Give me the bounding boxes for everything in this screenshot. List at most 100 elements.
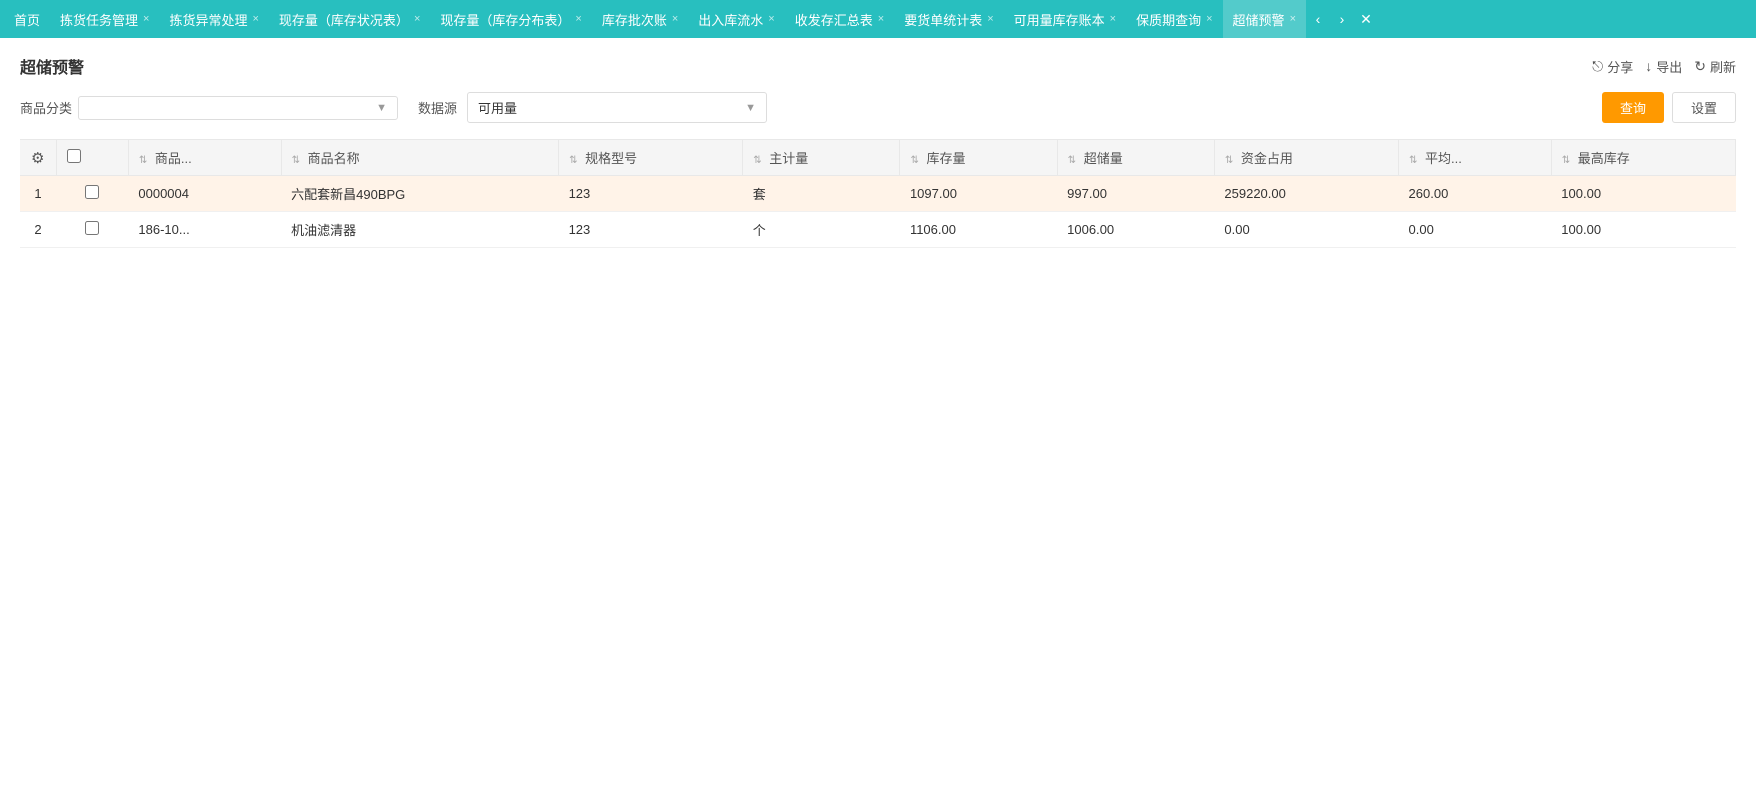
filter-datasource-label: 数据源 bbox=[418, 98, 457, 117]
export-button[interactable]: ↓ 导出 bbox=[1645, 57, 1682, 76]
col-avg-label: 平均... bbox=[1425, 151, 1462, 166]
page-header: 超储预警 ⎋ 分享 ↓ 导出 ↻ 刷新 bbox=[20, 54, 1736, 78]
cell-spec-1: 123 bbox=[559, 176, 743, 212]
topbar-item-close-inout-flow[interactable]: × bbox=[768, 13, 774, 25]
share-button[interactable]: ⎋ 分享 bbox=[1592, 57, 1633, 76]
topbar-item-expiry[interactable]: 保质期查询 × bbox=[1126, 0, 1222, 38]
col-checkbox[interactable] bbox=[56, 140, 128, 176]
topbar-item-available[interactable]: 可用量库存账本 × bbox=[1004, 0, 1126, 38]
main-content: 超储预警 ⎋ 分享 ↓ 导出 ↻ 刷新 商品分类 ▼ 数据源 bbox=[0, 38, 1756, 800]
table-row: 1 0000004 六配套新昌490BPG 123 套 1097.00 997.… bbox=[20, 176, 1736, 212]
topbar: 首页 拣货任务管理 × 拣货异常处理 × 现存量（库存状况表） × 现存量（库存… bbox=[0, 0, 1756, 38]
filter-category-item: 商品分类 ▼ bbox=[20, 96, 398, 120]
topbar-order-stat-label: 要货单统计表 bbox=[904, 10, 982, 29]
topbar-home-label: 首页 bbox=[14, 10, 40, 29]
page-title: 超储预警 bbox=[20, 54, 84, 78]
table-row: 2 186-10... 机油滤清器 123 个 1106.00 1006.00 … bbox=[20, 212, 1736, 248]
cell-max-stock-1: 100.00 bbox=[1551, 176, 1735, 212]
topbar-item-close-available[interactable]: × bbox=[1110, 13, 1116, 25]
topbar-abnormal-label: 拣货异常处理 bbox=[169, 10, 247, 29]
refresh-label: 刷新 bbox=[1710, 57, 1736, 76]
col-unit-label: 主计量 bbox=[769, 151, 808, 166]
topbar-item-close-task-mgmt[interactable]: × bbox=[143, 13, 149, 25]
row-num-1: 1 bbox=[20, 176, 56, 212]
topbar-item-close-stock-status[interactable]: × bbox=[414, 13, 420, 25]
refresh-icon: ↻ bbox=[1694, 58, 1706, 75]
col-spec-label: 规格型号 bbox=[585, 151, 637, 166]
topbar-item-close-stock-dist[interactable]: × bbox=[575, 13, 581, 25]
topbar-nav-right[interactable]: › bbox=[1330, 0, 1354, 38]
col-settings[interactable]: ⚙ bbox=[20, 140, 56, 176]
topbar-item-overstock[interactable]: 超储预警 × bbox=[1223, 0, 1306, 38]
cell-spec-2: 123 bbox=[559, 212, 743, 248]
topbar-available-label: 可用量库存账本 bbox=[1014, 10, 1105, 29]
col-sku-code[interactable]: ⇅ 商品... bbox=[128, 140, 281, 176]
filter-datasource-item: 数据源 可用量 ▼ bbox=[418, 92, 767, 123]
topbar-item-close-abnormal[interactable]: × bbox=[252, 13, 258, 25]
col-max-stock[interactable]: ⇅ 最高库存 bbox=[1551, 140, 1735, 176]
col-sku-name-label: 商品名称 bbox=[308, 151, 360, 166]
select-all-checkbox[interactable] bbox=[67, 149, 81, 163]
sort-icon-spec: ⇅ bbox=[569, 155, 577, 166]
cell-max-stock-2: 100.00 bbox=[1551, 212, 1735, 248]
topbar-stock-dist-label: 现存量（库存分布表） bbox=[440, 10, 570, 29]
settings-button[interactable]: 设置 bbox=[1672, 92, 1736, 123]
col-over-qty-label: 超储量 bbox=[1084, 151, 1123, 166]
header-actions: ⎋ 分享 ↓ 导出 ↻ 刷新 bbox=[1592, 57, 1736, 76]
cell-unit-1: 套 bbox=[743, 176, 900, 212]
row-checkbox-cell-2[interactable] bbox=[56, 212, 128, 248]
category-select[interactable]: ▼ bbox=[78, 96, 398, 120]
datasource-select-value: 可用量 bbox=[478, 98, 517, 117]
sort-icon-avg: ⇅ bbox=[1409, 155, 1417, 166]
col-sku-code-label: 商品... bbox=[155, 151, 192, 166]
col-max-stock-label: 最高库存 bbox=[1578, 151, 1630, 166]
topbar-item-order-stat[interactable]: 要货单统计表 × bbox=[894, 0, 1003, 38]
topbar-item-batch[interactable]: 库存批次账 × bbox=[592, 0, 688, 38]
topbar-task-mgmt-label: 拣货任务管理 bbox=[60, 10, 138, 29]
cell-unit-2: 个 bbox=[743, 212, 900, 248]
cell-stock-qty-1: 1097.00 bbox=[900, 176, 1057, 212]
row-num-2: 2 bbox=[20, 212, 56, 248]
topbar-nav-close[interactable]: ✕ bbox=[1354, 0, 1378, 38]
col-avg[interactable]: ⇅ 平均... bbox=[1399, 140, 1552, 176]
table-gear-icon[interactable]: ⚙ bbox=[31, 150, 44, 167]
topbar-item-stock-dist[interactable]: 现存量（库存分布表） × bbox=[430, 0, 591, 38]
topbar-item-close-batch[interactable]: × bbox=[672, 13, 678, 25]
col-stock-qty[interactable]: ⇅ 库存量 bbox=[900, 140, 1057, 176]
topbar-item-close-order-stat[interactable]: × bbox=[987, 13, 993, 25]
row-checkbox-cell-1[interactable] bbox=[56, 176, 128, 212]
row-checkbox-2[interactable] bbox=[85, 221, 99, 235]
sort-icon-sku-code: ⇅ bbox=[139, 155, 147, 166]
col-sku-name[interactable]: ⇅ 商品名称 bbox=[281, 140, 558, 176]
cell-capital-used-1: 259220.00 bbox=[1214, 176, 1398, 212]
col-over-qty[interactable]: ⇅ 超储量 bbox=[1057, 140, 1214, 176]
datasource-select[interactable]: 可用量 ▼ bbox=[467, 92, 767, 123]
sort-icon-over-qty: ⇅ bbox=[1068, 155, 1076, 166]
category-dropdown-arrow: ▼ bbox=[376, 102, 387, 114]
query-button[interactable]: 查询 bbox=[1602, 92, 1664, 123]
topbar-recv-send-label: 收发存汇总表 bbox=[795, 10, 873, 29]
refresh-button[interactable]: ↻ 刷新 bbox=[1694, 57, 1736, 76]
topbar-item-stock-status[interactable]: 现存量（库存状况表） × bbox=[269, 0, 430, 38]
topbar-item-close-expiry[interactable]: × bbox=[1206, 13, 1212, 25]
cell-avg-2: 0.00 bbox=[1399, 212, 1552, 248]
sort-icon-sku-name: ⇅ bbox=[292, 155, 300, 166]
col-unit[interactable]: ⇅ 主计量 bbox=[743, 140, 900, 176]
cell-over-qty-1: 997.00 bbox=[1057, 176, 1214, 212]
cell-avg-1: 260.00 bbox=[1399, 176, 1552, 212]
sort-icon-unit: ⇅ bbox=[753, 155, 761, 166]
topbar-item-close-recv-send[interactable]: × bbox=[878, 13, 884, 25]
topbar-expiry-label: 保质期查询 bbox=[1136, 10, 1201, 29]
row-checkbox-1[interactable] bbox=[85, 185, 99, 199]
topbar-item-task-mgmt[interactable]: 拣货任务管理 × bbox=[50, 0, 159, 38]
topbar-nav-left[interactable]: ‹ bbox=[1306, 0, 1330, 38]
col-stock-qty-label: 库存量 bbox=[926, 151, 965, 166]
topbar-item-abnormal[interactable]: 拣货异常处理 × bbox=[159, 0, 268, 38]
topbar-item-recv-send[interactable]: 收发存汇总表 × bbox=[785, 0, 894, 38]
col-capital-used[interactable]: ⇅ 资金占用 bbox=[1214, 140, 1398, 176]
topbar-item-close-overstock[interactable]: × bbox=[1290, 13, 1296, 25]
topbar-item-inout-flow[interactable]: 出入库流水 × bbox=[688, 0, 784, 38]
topbar-inout-flow-label: 出入库流水 bbox=[698, 10, 763, 29]
col-spec[interactable]: ⇅ 规格型号 bbox=[559, 140, 743, 176]
topbar-item-home[interactable]: 首页 bbox=[4, 0, 50, 38]
